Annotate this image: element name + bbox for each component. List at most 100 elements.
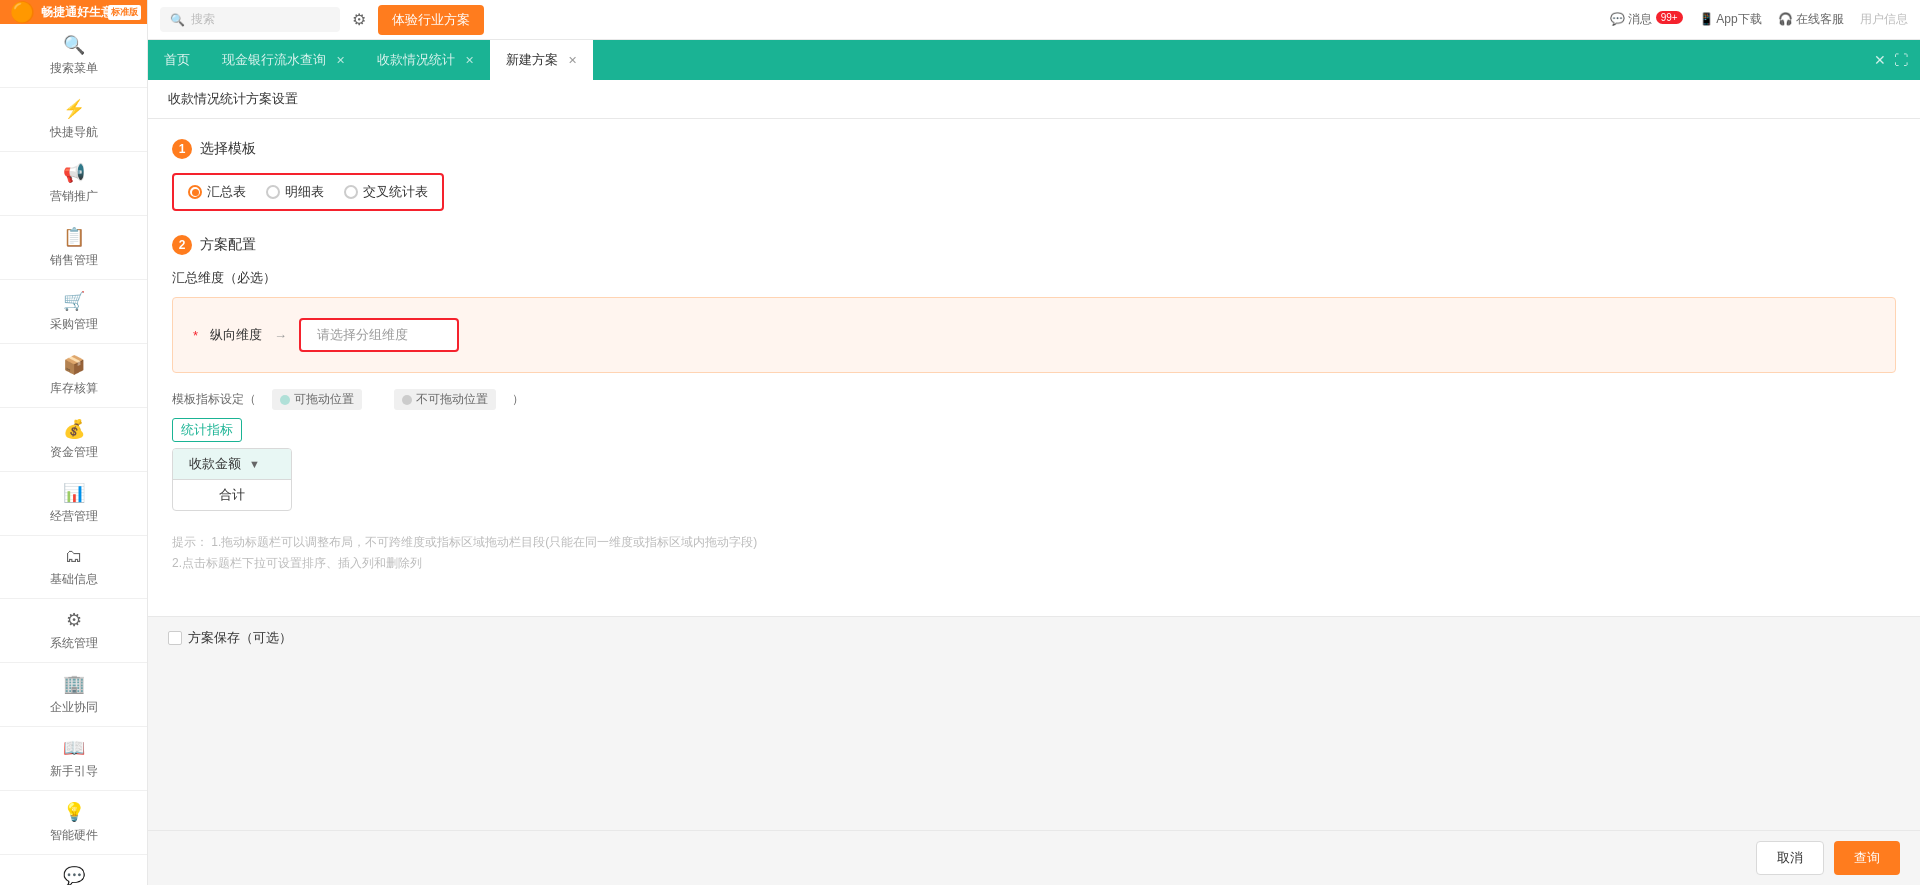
main-area: 🔍 搜索 ⚙ 体验行业方案 💬 消息 99+ 📱 App下载 🎧 在线客服 用户…: [148, 0, 1920, 885]
template-radio-group: 汇总表 明细表 交叉统计表: [172, 173, 444, 211]
dimension-row: * 纵向维度 → 请选择分组维度: [193, 318, 1875, 352]
sidebar-label-7: 经营管理: [50, 508, 98, 525]
search-box[interactable]: 🔍 搜索: [160, 7, 340, 32]
sidebar-item-2[interactable]: 📢营销推广: [0, 152, 147, 216]
dimension-config: 汇总维度（必选） * 纵向维度 → 请选择分组维度: [172, 269, 1896, 373]
draggable-dot-icon: [280, 395, 290, 405]
sidebar-item-7[interactable]: 📊 经营管理: [0, 472, 147, 536]
sidebar-item-12[interactable]: 💡 智能硬件: [0, 791, 147, 855]
tab-collection-stats-close[interactable]: ✕: [465, 54, 474, 67]
vertical-dim-label: 纵向维度: [210, 326, 262, 344]
metrics-total-row: 合计: [173, 480, 291, 510]
user-info[interactable]: 用户信息: [1860, 11, 1908, 28]
search-placeholder: 搜索: [191, 11, 215, 28]
close-window-icon[interactable]: ✕: [1874, 52, 1886, 68]
metrics-dropdown-arrow: ▼: [249, 458, 260, 470]
notification-item[interactable]: 💬 消息 99+: [1610, 11, 1683, 28]
maximize-icon[interactable]: ⛶: [1894, 52, 1908, 68]
dimension-select[interactable]: 请选择分组维度: [299, 318, 459, 352]
radio-detail[interactable]: 明细表: [266, 183, 324, 201]
sidebar-label-3: 销售管理: [50, 252, 98, 269]
non-draggable-badge: 不可拖动位置: [394, 389, 496, 410]
tabs-right: ✕ ⛶: [1874, 52, 1920, 68]
sidebar-label-1: 快捷导航: [50, 124, 98, 141]
cancel-button[interactable]: 取消: [1756, 841, 1824, 875]
save-checkbox-item[interactable]: 方案保存（可选）: [168, 629, 292, 647]
form-content: 1 选择模板 汇总表 明细表 交叉统计表: [148, 119, 1920, 616]
step1-number: 1: [172, 139, 192, 159]
tab-collection-stats[interactable]: 收款情况统计 ✕: [361, 40, 490, 80]
sidebar-item-13[interactable]: 💬企业微信: [0, 855, 147, 885]
app-download[interactable]: 📱 App下载: [1699, 11, 1762, 28]
tip1: 提示： 1.拖动标题栏可以调整布局，不可跨维度或指标区域拖动栏目段(只能在同一维…: [172, 534, 1896, 551]
notification-label: 消息: [1628, 12, 1652, 26]
radio-cross-circle: [344, 185, 358, 199]
step2-title: 2 方案配置: [172, 235, 1896, 255]
sidebar-item-6[interactable]: 💰资金管理: [0, 408, 147, 472]
sidebar-icon-2: 📢: [63, 162, 85, 184]
radio-summary[interactable]: 汇总表: [188, 183, 246, 201]
step1-title: 1 选择模板: [172, 139, 1896, 159]
topbar-actions: 💬 消息 99+ 📱 App下载 🎧 在线客服 用户信息: [1610, 11, 1908, 28]
tab-cash-bank[interactable]: 现金银行流水查询 ✕: [206, 40, 361, 80]
metrics-section: 模板指标设定（ 可拖动位置 不可拖动位置 ） 统计指标: [172, 389, 1896, 514]
draggable-label: 可拖动位置: [294, 391, 354, 408]
tab-cash-bank-close[interactable]: ✕: [336, 54, 345, 67]
tab-new-plan-close[interactable]: ✕: [568, 54, 577, 67]
sidebar-icon-13: 💬: [63, 865, 85, 885]
sidebar-logo: 🟠 畅捷通好生意 标准版: [0, 0, 147, 24]
sidebar-icon-12: 💡: [63, 801, 85, 823]
metrics-table-header[interactable]: 收款金额 ▼: [173, 449, 291, 480]
sidebar-icon-0: 🔍: [63, 34, 85, 56]
sidebar-label-11: 新手引导: [50, 763, 98, 780]
radio-cross[interactable]: 交叉统计表: [344, 183, 428, 201]
close-paren: ）: [512, 391, 524, 408]
sidebar-icon-8: 🗂: [65, 546, 83, 567]
notification-badge: 99+: [1656, 11, 1683, 24]
sidebar-item-9[interactable]: ⚙系统管理: [0, 599, 147, 663]
sidebar-item-10[interactable]: 🏢企业协同: [0, 663, 147, 727]
metrics-column-label: 收款金额: [189, 455, 241, 473]
radio-summary-label: 汇总表: [207, 183, 246, 201]
dimension-area: * 纵向维度 → 请选择分组维度: [172, 297, 1896, 373]
sidebar-item-3[interactable]: 📋 销售管理: [0, 216, 147, 280]
metrics-header: 模板指标设定（ 可拖动位置 不可拖动位置 ）: [172, 389, 1896, 410]
radio-cross-label: 交叉统计表: [363, 183, 428, 201]
sidebar: 🟠 畅捷通好生意 标准版 🔍搜索菜单⚡快捷导航📢营销推广 📋 销售管理 🛒 采购管理 📦库…: [0, 0, 148, 885]
sidebar-item-0[interactable]: 🔍搜索菜单: [0, 24, 147, 88]
sidebar-icon-4: 🛒: [63, 290, 85, 312]
bottom-bar: 取消 查询: [148, 830, 1920, 885]
search-icon: 🔍: [170, 13, 185, 27]
tab-home[interactable]: 首页: [148, 40, 206, 80]
radio-summary-circle: [188, 185, 202, 199]
app-name: 畅捷通好生意: [41, 5, 113, 19]
sidebar-item-11[interactable]: 📖新手引导: [0, 727, 147, 791]
step1-section: 1 选择模板 汇总表 明细表 交叉统计表: [172, 139, 1896, 211]
tip2: 2.点击标题栏下拉可设置排序、插入列和删除列: [172, 555, 1896, 572]
sidebar-item-5[interactable]: 📦库存核算: [0, 344, 147, 408]
dimension-config-label: 汇总维度（必选）: [172, 269, 1896, 287]
sidebar-icon-3: 📋: [63, 226, 85, 248]
sidebar-label-12: 智能硬件: [50, 827, 98, 844]
sidebar-label-4: 采购管理: [50, 316, 98, 333]
sidebar-label-6: 资金管理: [50, 444, 98, 461]
sidebar-item-4[interactable]: 🛒 采购管理: [0, 280, 147, 344]
tabs-bar: 首页 现金银行流水查询 ✕ 收款情况统计 ✕ 新建方案 ✕ ✕ ⛶: [148, 40, 1920, 80]
topbar: 🔍 搜索 ⚙ 体验行业方案 💬 消息 99+ 📱 App下载 🎧 在线客服 用户…: [148, 0, 1920, 40]
sidebar-label-9: 系统管理: [50, 635, 98, 652]
save-checkbox[interactable]: [168, 631, 182, 645]
step2-section: 2 方案配置 汇总维度（必选） * 纵向维度 → 请选择分组维度: [172, 235, 1896, 572]
content-area: 收款情况统计方案设置 1 选择模板 汇总表 明细表: [148, 80, 1920, 830]
sidebar-icon-5: 📦: [63, 354, 85, 376]
online-service[interactable]: 🎧 在线客服: [1778, 11, 1844, 28]
sidebar-item-1[interactable]: ⚡快捷导航: [0, 88, 147, 152]
save-label: 方案保存（可选）: [188, 629, 292, 647]
industry-btn[interactable]: 体验行业方案: [378, 5, 484, 35]
sidebar-icon-7: 📊: [63, 482, 85, 504]
metrics-label: 统计指标: [172, 418, 242, 442]
tab-new-plan[interactable]: 新建方案 ✕: [490, 40, 593, 80]
gear-icon[interactable]: ⚙: [352, 10, 366, 29]
query-button[interactable]: 查询: [1834, 841, 1900, 875]
sidebar-item-8[interactable]: 🗂基础信息: [0, 536, 147, 599]
non-draggable-dot-icon: [402, 395, 412, 405]
